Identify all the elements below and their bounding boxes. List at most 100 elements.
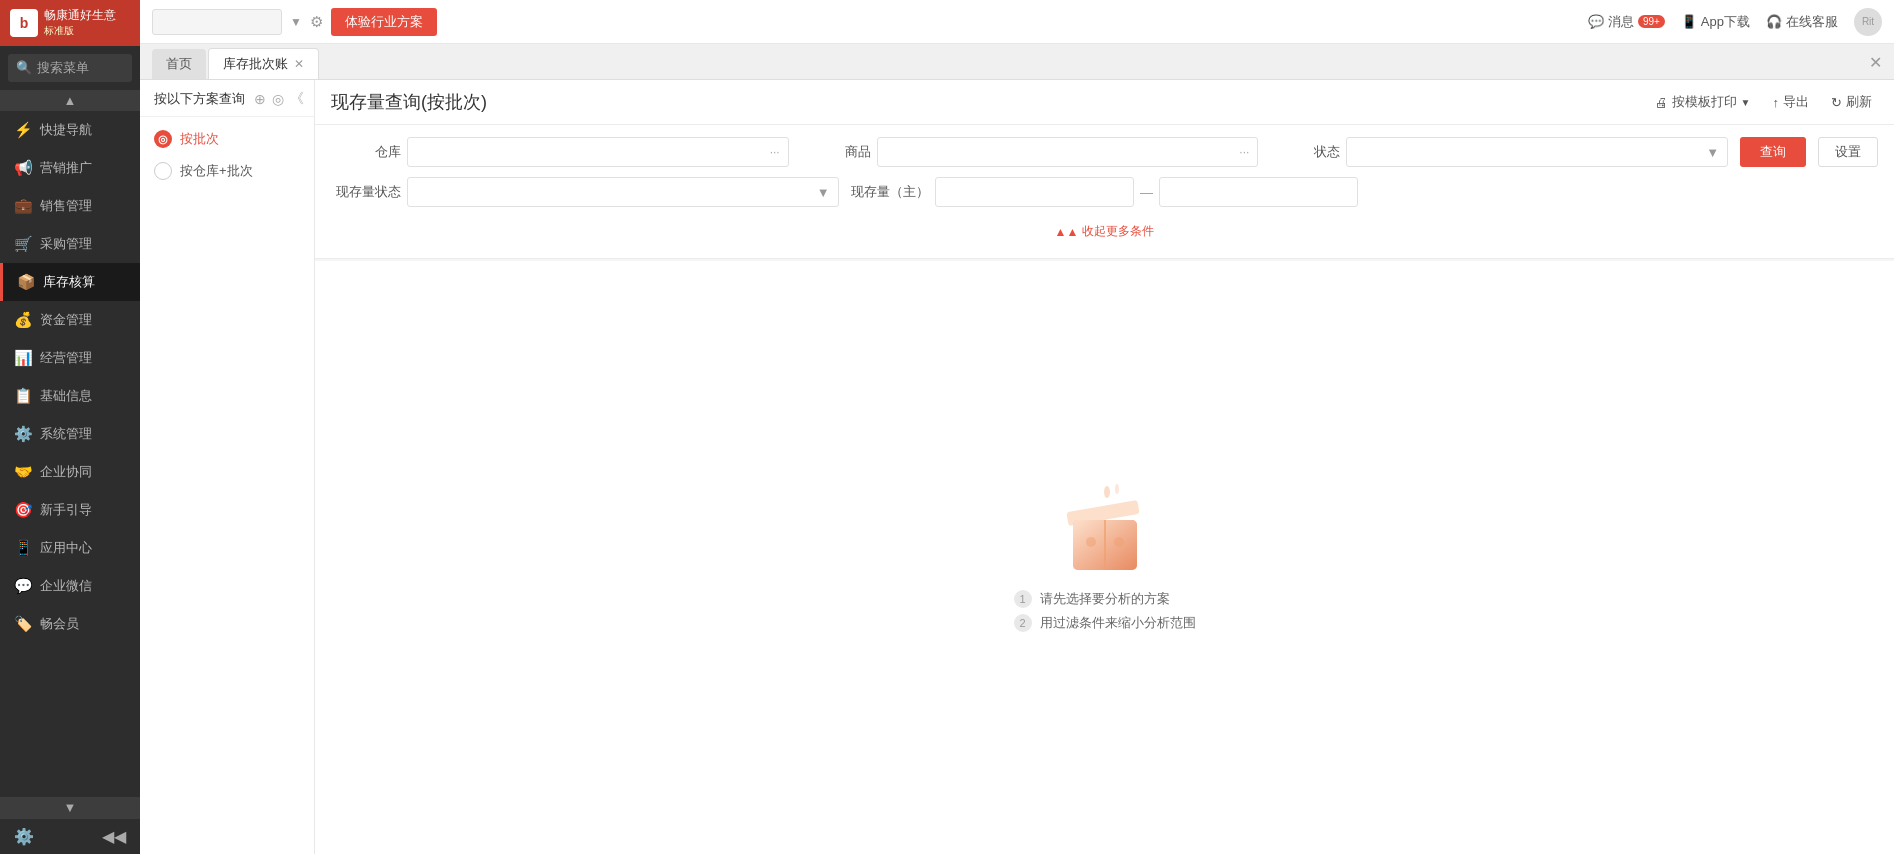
- empty-step-2: 2 用过滤条件来缩小分析范围: [1014, 614, 1196, 632]
- sidebar-footer: ⚙️ ◀◀: [0, 818, 140, 854]
- refresh-icon: ↻: [1831, 95, 1842, 110]
- range-dash: —: [1140, 185, 1153, 200]
- step-1-num: 1: [1014, 590, 1032, 608]
- svg-point-7: [1114, 537, 1124, 547]
- apps-icon: 📱: [14, 539, 32, 557]
- sidebar-scroll-down[interactable]: ▼: [0, 797, 140, 818]
- scheme-item-by-batch[interactable]: ◎ 按批次: [140, 123, 314, 155]
- stock-qty-max-input[interactable]: [1159, 177, 1358, 207]
- stock-qty-filter: 现存量（主） —: [851, 177, 1359, 207]
- app-name: 畅康通好生意: [44, 8, 116, 24]
- step-2-num: 2: [1014, 614, 1032, 632]
- scheme-item-label: 按仓库+批次: [180, 162, 253, 180]
- sidebar-item-operations[interactable]: 📊 经营管理: [0, 339, 140, 377]
- stock-qty-min-input[interactable]: [935, 177, 1134, 207]
- product-input[interactable]: [886, 145, 1236, 160]
- export-label: 导出: [1783, 93, 1809, 111]
- svg-point-0: [1104, 486, 1110, 498]
- query-button[interactable]: 查询: [1740, 137, 1806, 167]
- sidebar-item-wechat[interactable]: 💬 企业微信: [0, 567, 140, 605]
- scheme-panel-title: 按以下方案查询: [154, 90, 245, 108]
- topbar-dropdown-arrow[interactable]: ▼: [290, 15, 302, 29]
- search-icon: 🔍: [16, 60, 32, 75]
- sidebar-nav: ⚡ 快捷导航 📢 营销推广 💼 销售管理 🛒 采购管理 📦 库存核算 💰 资金管…: [0, 111, 140, 797]
- query-panel: 现存量查询(按批次) 🖨 按模板打印 ▼ ↑ 导出 ↻ 刷新: [315, 80, 1894, 854]
- filter-collapse-button[interactable]: ▲▲ 收起更多条件: [331, 217, 1878, 246]
- empty-illustration: [1055, 484, 1155, 574]
- topbar: ▼ ⚙ 体验行业方案 💬 消息 99+ 📱 App下载 🎧 在线客服 Rit: [140, 0, 1894, 44]
- status-dropdown[interactable]: ▼: [1346, 137, 1728, 167]
- sidebar-item-apps[interactable]: 📱 应用中心: [0, 529, 140, 567]
- query-header-actions: 🖨 按模板打印 ▼ ↑ 导出 ↻ 刷新: [1649, 90, 1878, 114]
- messages-button[interactable]: 💬 消息 99+: [1588, 13, 1665, 31]
- collab-icon: 🤝: [14, 463, 32, 481]
- stock-qty-range: —: [935, 177, 1359, 207]
- try-industry-plan-button[interactable]: 体验行业方案: [331, 8, 437, 36]
- svg-point-1: [1115, 484, 1119, 494]
- manage-scheme-icon[interactable]: ◎: [272, 91, 284, 107]
- status-chevron-icon: ▼: [1706, 145, 1719, 160]
- messages-label: 消息: [1608, 13, 1634, 31]
- query-header: 现存量查询(按批次) 🖨 按模板打印 ▼ ↑ 导出 ↻ 刷新: [315, 80, 1894, 125]
- tab-home-label: 首页: [166, 55, 192, 73]
- stock-status-dropdown[interactable]: ▼: [407, 177, 839, 207]
- print-template-button[interactable]: 🖨 按模板打印 ▼: [1649, 90, 1757, 114]
- sidebar-item-inventory[interactable]: 📦 库存核算: [0, 263, 140, 301]
- app-logo: b: [10, 9, 38, 37]
- app-download-button[interactable]: 📱 App下载: [1681, 13, 1750, 31]
- refresh-button[interactable]: ↻ 刷新: [1825, 90, 1878, 114]
- collapse-sidebar-icon[interactable]: ◀◀: [102, 827, 126, 846]
- product-more-icon[interactable]: ···: [1239, 145, 1249, 159]
- system-icon: ⚙️: [14, 425, 32, 443]
- basic-icon: 📋: [14, 387, 32, 405]
- warehouse-filter: 仓库 ···: [331, 137, 789, 167]
- step-2-text: 用过滤条件来缩小分析范围: [1040, 614, 1196, 632]
- sidebar-item-label: 经营管理: [40, 349, 92, 367]
- tab-inventory-batch[interactable]: 库存批次账 ✕: [208, 48, 319, 79]
- print-dropdown-icon[interactable]: ▼: [1741, 97, 1751, 108]
- warehouse-more-icon[interactable]: ···: [770, 145, 780, 159]
- tabbar-global-close-icon[interactable]: ✕: [1869, 52, 1882, 71]
- sidebar-item-collab[interactable]: 🤝 企业协同: [0, 453, 140, 491]
- sidebar-search-area[interactable]: 🔍 搜索菜单: [0, 46, 140, 90]
- warehouse-input-wrap[interactable]: ···: [407, 137, 789, 167]
- member-icon: 🏷️: [14, 615, 32, 633]
- export-button[interactable]: ↑ 导出: [1767, 90, 1816, 114]
- tab-close-icon[interactable]: ✕: [294, 57, 304, 71]
- scheme-item-by-warehouse-batch[interactable]: 按仓库+批次: [140, 155, 314, 187]
- tabbar: 首页 库存批次账 ✕ ✕: [140, 44, 1894, 80]
- collapse-scheme-icon[interactable]: 《: [290, 90, 304, 108]
- user-avatar-button[interactable]: Rit: [1854, 8, 1882, 36]
- empty-svg-illustration: [1055, 484, 1155, 574]
- sidebar-item-basic[interactable]: 📋 基础信息: [0, 377, 140, 415]
- wechat-icon: 💬: [14, 577, 32, 595]
- tab-home[interactable]: 首页: [152, 49, 206, 79]
- sidebar-scroll-up[interactable]: ▲: [0, 90, 140, 111]
- settings-footer-icon[interactable]: ⚙️: [14, 827, 34, 846]
- print-icon: 🖨: [1655, 95, 1668, 110]
- sidebar-item-marketing[interactable]: 📢 营销推广: [0, 149, 140, 187]
- settings-button[interactable]: 设置: [1818, 137, 1878, 167]
- sidebar-item-finance[interactable]: 💰 资金管理: [0, 301, 140, 339]
- sidebar-item-member[interactable]: 🏷️ 畅会员: [0, 605, 140, 643]
- warehouse-input[interactable]: [416, 145, 766, 160]
- customer-service-button[interactable]: 🎧 在线客服: [1766, 13, 1838, 31]
- sidebar-item-label: 销售管理: [40, 197, 92, 215]
- scheme-dot-active: ◎: [154, 130, 172, 148]
- sidebar-item-purchase[interactable]: 🛒 采购管理: [0, 225, 140, 263]
- sidebar-item-sales[interactable]: 💼 销售管理: [0, 187, 140, 225]
- sidebar-item-label: 基础信息: [40, 387, 92, 405]
- app-info: 畅康通好生意 标准版: [44, 8, 116, 38]
- product-input-wrap[interactable]: ···: [877, 137, 1259, 167]
- topbar-gear-icon[interactable]: ⚙: [310, 13, 323, 31]
- sidebar-item-label: 畅会员: [40, 615, 79, 633]
- sidebar-item-label: 企业微信: [40, 577, 92, 595]
- sidebar-item-system[interactable]: ⚙️ 系统管理: [0, 415, 140, 453]
- sidebar-item-quick-nav[interactable]: ⚡ 快捷导航: [0, 111, 140, 149]
- sidebar-item-guide[interactable]: 🎯 新手引导: [0, 491, 140, 529]
- add-scheme-icon[interactable]: ⊕: [254, 91, 266, 107]
- search-menu-button[interactable]: 🔍 搜索菜单: [8, 54, 132, 82]
- topbar-search-input[interactable]: [152, 9, 282, 35]
- operations-icon: 📊: [14, 349, 32, 367]
- collapse-up-icon: ▲▲: [1055, 225, 1079, 239]
